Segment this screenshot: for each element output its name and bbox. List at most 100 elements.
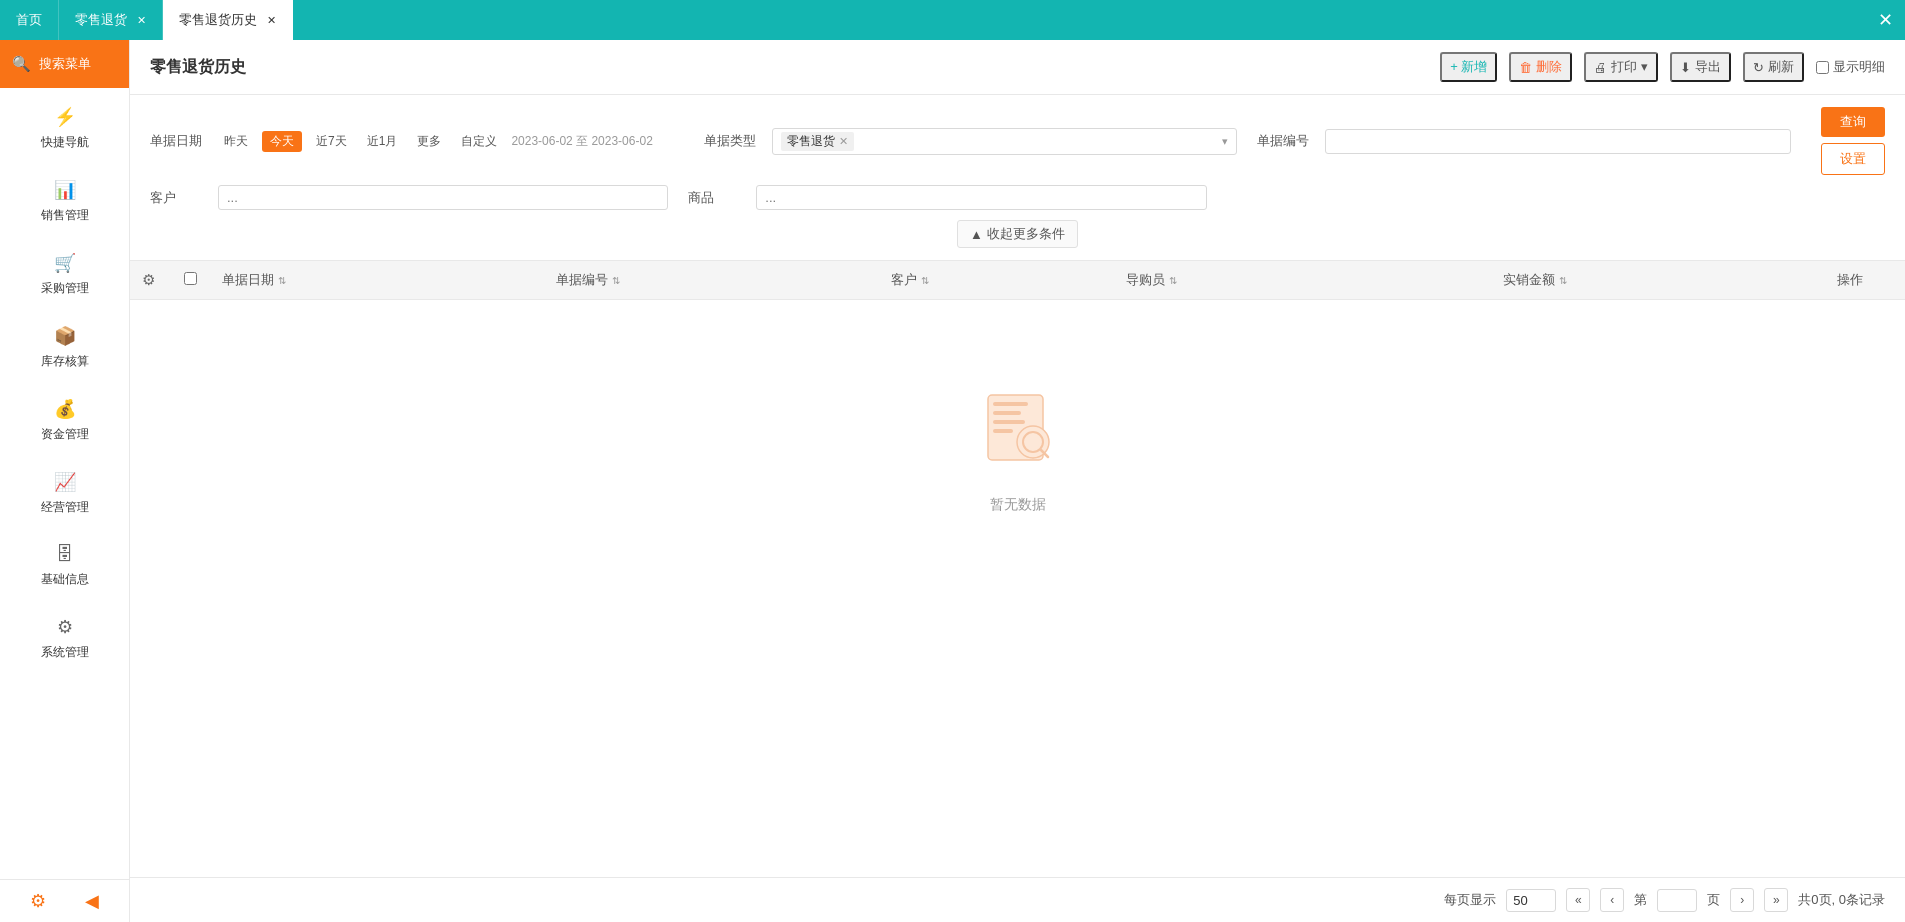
delete-button[interactable]: 🗑 删除 [1509,52,1572,82]
sidebar-item-quick-nav[interactable]: ⚡ 快捷导航 [0,92,129,165]
page-suffix: 页 [1707,891,1720,909]
show-detail-input[interactable] [1816,61,1829,74]
page-label: 第 [1634,891,1647,909]
th-checkbox [170,261,210,300]
tab-retail-return-history[interactable]: 零售退货历史 ✕ [163,0,293,40]
sidebar-item-sales-label: 销售管理 [41,207,89,224]
sidebar-item-inventory[interactable]: 📦 库存核算 [0,311,129,384]
search-icon: 🔍 [12,55,31,73]
sidebar-item-sales[interactable]: 📊 销售管理 [0,165,129,238]
page-header: 零售退货历史 + 新增 🗑 删除 🖨 打印 ▾ ⬇ 导出 ↻ 刷新 [130,40,1905,95]
tab-retail-return-close[interactable]: ✕ [137,14,146,27]
print-label: 打印 ▾ [1611,58,1648,76]
new-button[interactable]: + 新增 [1440,52,1497,82]
show-detail-checkbox[interactable]: 显示明细 [1816,58,1885,76]
sidebar-item-operations[interactable]: 📈 经营管理 [0,457,129,530]
operations-icon: 📈 [54,471,76,493]
date-btn-custom[interactable]: 自定义 [455,131,503,152]
sidebar-item-finance[interactable]: 💰 资金管理 [0,384,129,457]
goods-filter-input[interactable] [756,185,1206,210]
th-customer-sort[interactable]: 客户 ⇅ [891,271,1103,289]
page-number-input[interactable]: 1 [1657,889,1697,912]
sidebar: 🔍 搜索菜单 ⚡ 快捷导航 📊 销售管理 🛒 采购管理 📦 库存核算 💰 [0,40,130,922]
page-actions: + 新增 🗑 删除 🖨 打印 ▾ ⬇ 导出 ↻ 刷新 [1440,52,1885,82]
th-amount-sort[interactable]: 实销金额 ⇅ [1503,271,1813,289]
page-first-button[interactable]: « [1566,888,1590,912]
voucher-filter-input[interactable] [1325,129,1791,154]
delete-label: 删除 [1536,58,1562,76]
per-page-select[interactable]: 10 20 50 100 [1506,889,1556,912]
pagination-bar: 每页显示 10 20 50 100 « ‹ 第 1 页 › » 共0页, 0条记… [130,877,1905,922]
customer-filter-input[interactable] [218,185,668,210]
th-amount-sort-icon: ⇅ [1559,275,1567,286]
delete-icon: 🗑 [1519,60,1532,75]
th-customer: 客户 ⇅ [879,261,1115,300]
collapse-sidebar-icon[interactable]: ◀ [85,890,99,912]
settings-bottom-icon[interactable]: ⚙ [30,890,46,912]
th-guide-label: 导购员 [1126,271,1165,289]
basic-info-icon: 🗄 [56,544,74,565]
refresh-button[interactable]: ↻ 刷新 [1743,52,1804,82]
date-btn-yesterday[interactable]: 昨天 [218,131,254,152]
sidebar-item-purchase-label: 采购管理 [41,280,89,297]
date-btn-today[interactable]: 今天 [262,131,302,152]
page-next-button[interactable]: › [1730,888,1754,912]
page-prev-button[interactable]: ‹ [1600,888,1624,912]
th-guide-sort[interactable]: 导购员 ⇅ [1126,271,1387,289]
date-btn-7days[interactable]: 近7天 [310,131,353,152]
th-voucher-no: 单据编号 ⇅ [544,261,878,300]
print-button[interactable]: 🖨 打印 ▾ [1584,52,1658,82]
tab-retail-return-history-close[interactable]: ✕ [267,14,276,27]
inventory-icon: 📦 [54,325,76,347]
quick-nav-icon: ⚡ [54,106,76,128]
page-last-button[interactable]: » [1764,888,1788,912]
th-date-sort[interactable]: 单据日期 ⇅ [222,271,532,289]
empty-state-text: 暂无数据 [990,496,1046,514]
export-button[interactable]: ⬇ 导出 [1670,52,1731,82]
date-btn-1month[interactable]: 近1月 [361,131,404,152]
th-date-sort-icon: ⇅ [278,275,286,286]
table-area: ⚙ 单据日期 ⇅ 单据编号 [130,261,1905,877]
type-filter-label: 单据类型 [704,132,764,150]
type-filter-tag-close[interactable]: ✕ [839,135,848,148]
sidebar-item-basic-info[interactable]: 🗄 基础信息 [0,530,129,602]
date-btn-more[interactable]: 更多 [411,131,447,152]
svg-rect-4 [993,429,1013,433]
table-select-all-checkbox[interactable] [184,272,197,285]
th-voucher-sort[interactable]: 单据编号 ⇅ [556,271,866,289]
svg-rect-2 [993,411,1021,415]
collapse-filter-button[interactable]: ▲ 收起更多条件 [957,220,1078,248]
tab-home[interactable]: 首页 [0,0,59,40]
refresh-icon: ↻ [1753,60,1764,75]
th-action: 操作 [1825,261,1905,300]
page-title: 零售退货历史 [150,57,246,78]
sidebar-item-inventory-label: 库存核算 [41,353,89,370]
date-filter-options: 昨天 今天 近7天 近1月 更多 自定义 [218,131,503,152]
sidebar-item-system-label: 系统管理 [41,644,89,661]
tab-retail-return[interactable]: 零售退货 ✕ [59,0,163,40]
table-settings-icon[interactable]: ⚙ [142,271,155,288]
data-table: ⚙ 单据日期 ⇅ 单据编号 [130,261,1905,300]
goods-filter-item: 商品 [688,185,1206,210]
type-filter-arrow-icon: ▾ [1222,135,1228,148]
tab-list: 首页 零售退货 ✕ 零售退货历史 ✕ [0,0,1865,40]
finance-icon: 💰 [54,398,76,420]
date-filter-label: 单据日期 [150,132,210,150]
sidebar-bottom: ⚙ ◀ [0,879,129,922]
refresh-label: 刷新 [1768,58,1794,76]
sidebar-nav: ⚡ 快捷导航 📊 销售管理 🛒 采购管理 📦 库存核算 💰 资金管理 📈 [0,88,129,879]
sidebar-item-finance-label: 资金管理 [41,426,89,443]
query-button[interactable]: 查询 [1821,107,1885,137]
sidebar-item-quick-nav-label: 快捷导航 [41,134,89,151]
sidebar-item-system[interactable]: ⚙ 系统管理 [0,602,129,675]
tab-retail-return-label: 零售退货 [75,11,127,29]
th-guide-sort-icon: ⇅ [1169,275,1177,286]
voucher-filter-label: 单据编号 [1257,132,1317,150]
set-button[interactable]: 设置 [1821,143,1885,175]
filter-row-2: 客户 商品 [150,185,1885,210]
sidebar-search[interactable]: 🔍 搜索菜单 [0,40,129,88]
show-detail-label: 显示明细 [1833,58,1885,76]
sidebar-item-purchase[interactable]: 🛒 采购管理 [0,238,129,311]
type-filter-select[interactable]: 零售退货 ✕ ▾ [772,128,1238,155]
window-close-button[interactable]: ✕ [1865,0,1905,40]
